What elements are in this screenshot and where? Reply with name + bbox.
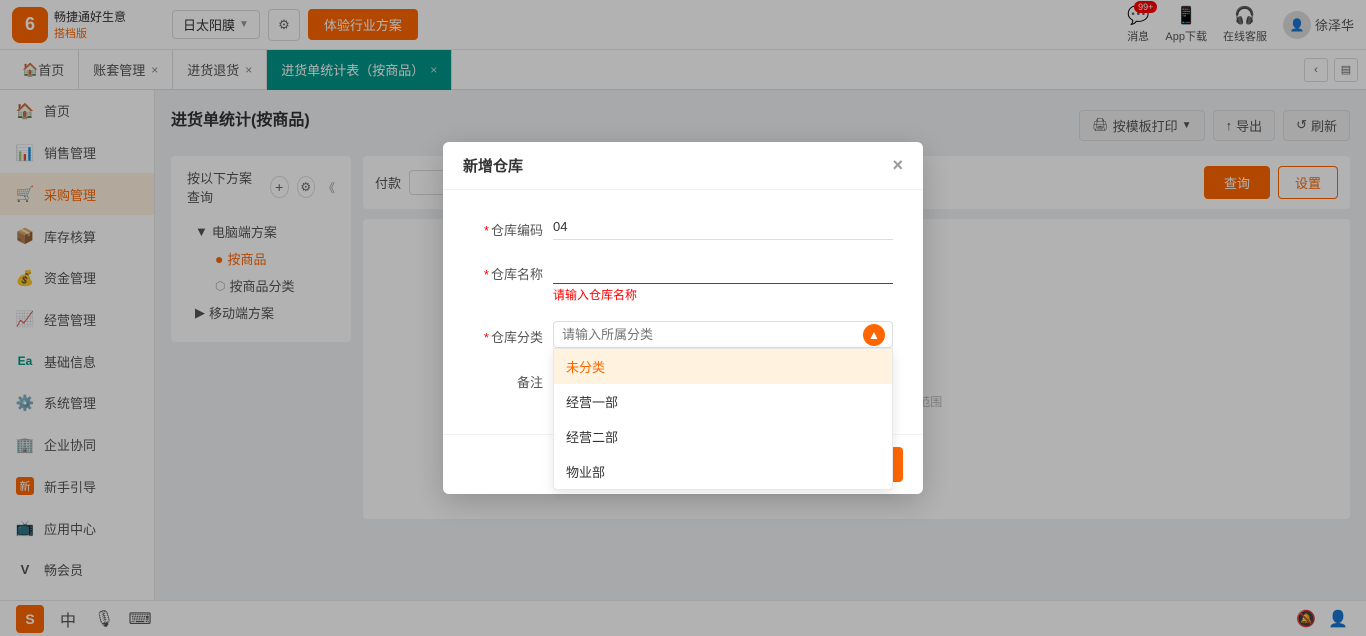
modal-body: 仓库编码 仓库名称 请输入仓库名称 仓库分类 ▲ bbox=[443, 190, 923, 434]
code-label: 仓库编码 bbox=[473, 214, 553, 239]
name-error-msg: 请输入仓库名称 bbox=[553, 286, 893, 303]
name-field: 请输入仓库名称 bbox=[553, 258, 893, 303]
modal-overlay[interactable]: 新增仓库 × 仓库编码 仓库名称 请输入仓库名称 仓库分类 bbox=[0, 0, 1366, 636]
category-dropdown-list: 未分类 经营一部 经营二部 物业部 bbox=[553, 348, 893, 490]
code-field bbox=[553, 214, 893, 240]
name-input[interactable] bbox=[553, 258, 893, 284]
form-row-category: 仓库分类 ▲ 未分类 经营一部 经营二部 物业部 bbox=[473, 321, 893, 348]
dropdown-item-dept2[interactable]: 经营二部 bbox=[554, 419, 892, 454]
modal-header: 新增仓库 × bbox=[443, 142, 923, 190]
category-field: ▲ 未分类 经营一部 经营二部 物业部 bbox=[553, 321, 893, 348]
dropdown-item-dept1[interactable]: 经营一部 bbox=[554, 384, 892, 419]
category-input[interactable] bbox=[553, 321, 893, 348]
note-label: 备注 bbox=[473, 366, 553, 391]
modal-title: 新增仓库 bbox=[463, 155, 523, 176]
code-input[interactable] bbox=[553, 214, 893, 240]
form-row-name: 仓库名称 请输入仓库名称 bbox=[473, 258, 893, 303]
form-row-code: 仓库编码 bbox=[473, 214, 893, 240]
name-label: 仓库名称 bbox=[473, 258, 553, 283]
dropdown-item-dept3[interactable]: 物业部 bbox=[554, 454, 892, 489]
add-warehouse-modal: 新增仓库 × 仓库编码 仓库名称 请输入仓库名称 仓库分类 bbox=[443, 142, 923, 494]
modal-close-icon[interactable]: × bbox=[892, 155, 903, 176]
dropdown-item-uncategorized[interactable]: 未分类 bbox=[554, 349, 892, 384]
dropdown-up-arrow-icon[interactable]: ▲ bbox=[863, 324, 885, 346]
category-label: 仓库分类 bbox=[473, 321, 553, 346]
